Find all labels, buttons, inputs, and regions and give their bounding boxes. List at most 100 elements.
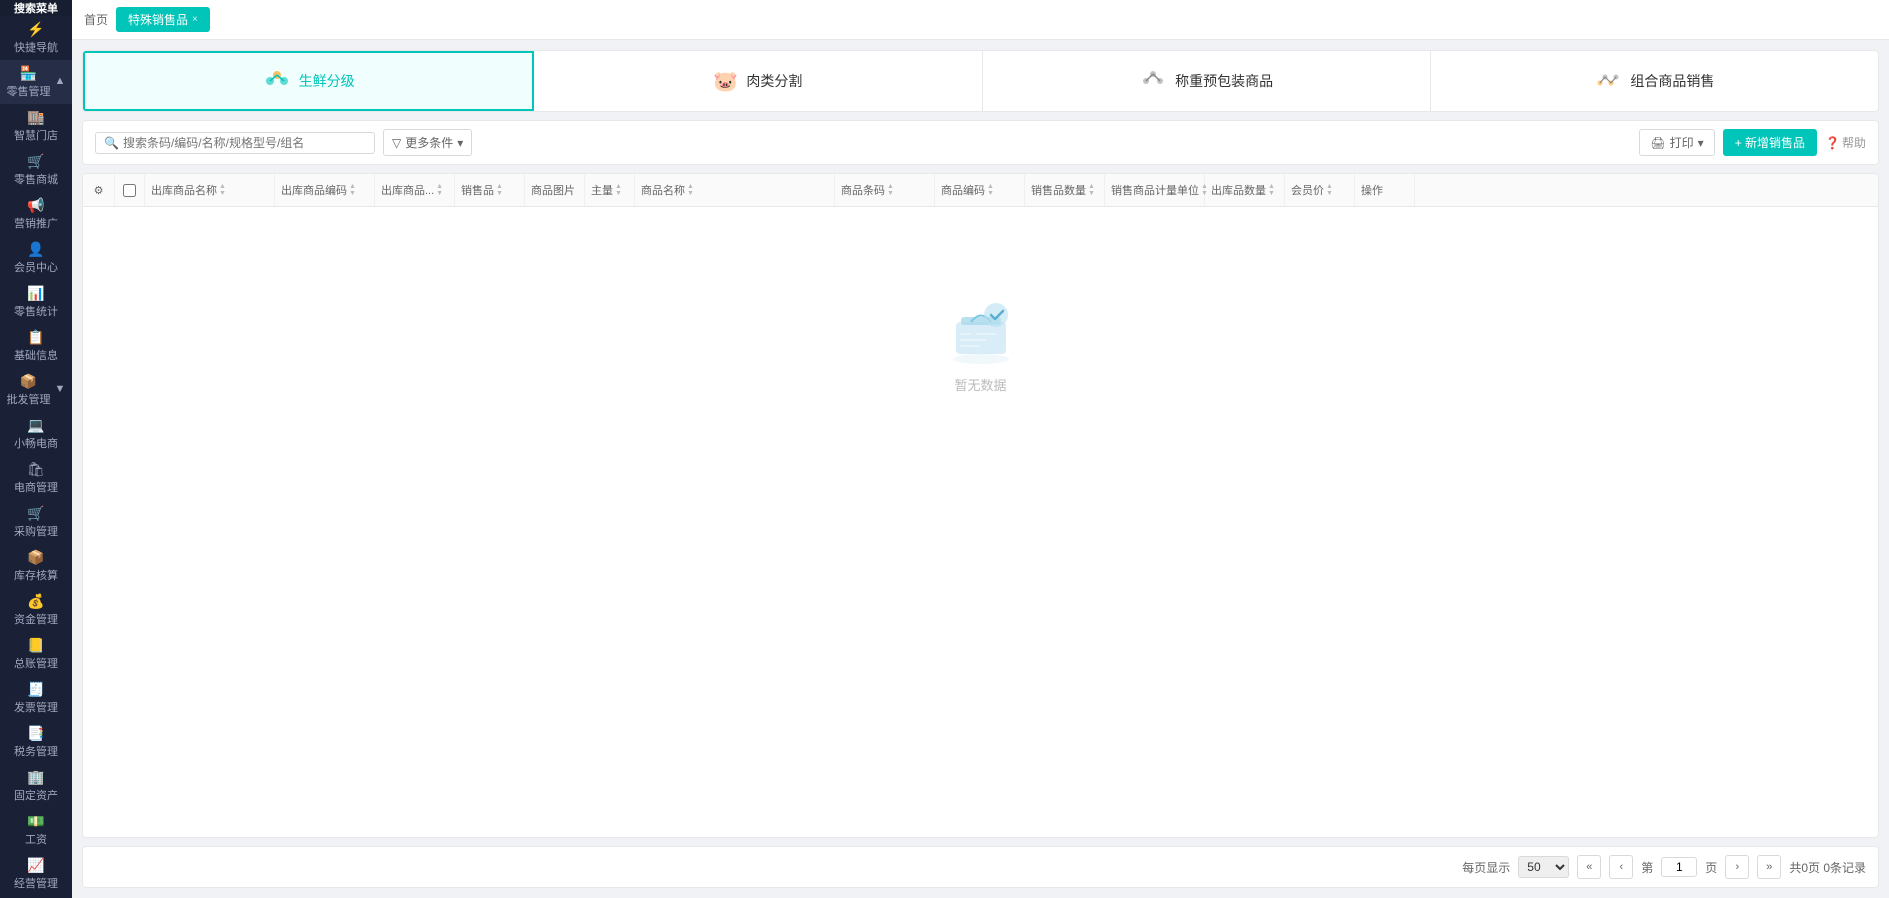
search-box[interactable]: 🔍 bbox=[95, 132, 375, 154]
retail-mall-icon: 🛒 bbox=[27, 152, 44, 172]
sort-arrows-member-price[interactable]: ▲▼ bbox=[1326, 183, 1333, 197]
weigh-pack-icon bbox=[1139, 67, 1167, 95]
th-sale-item: 销售品 ▲▼ bbox=[455, 174, 525, 206]
finance-icon: 💰 bbox=[27, 592, 44, 612]
sidebar-item-retail-mgmt[interactable]: 🏪 零售管理 ▲ bbox=[0, 60, 72, 104]
fresh-grade-label: 生鲜分级 bbox=[299, 71, 355, 91]
th-barcode: 商品条码 ▲▼ bbox=[835, 174, 935, 206]
cat-tab-meat-cut[interactable]: 🐷 肉类分割 bbox=[534, 51, 982, 111]
sidebar-item-basic-info[interactable]: 📋 基础信息 bbox=[0, 324, 72, 368]
smart-store-icon: 🏬 bbox=[27, 108, 44, 128]
print-button[interactable]: 🖨 打印 ▾ bbox=[1639, 129, 1714, 156]
filter-button[interactable]: ▽ 更多条件 ▾ bbox=[383, 129, 472, 156]
sidebar-item-tax-mgmt[interactable]: 📑 税务管理 bbox=[0, 720, 72, 764]
th-name2: 商品名称 ▲▼ bbox=[635, 174, 835, 206]
sort-arrows-out-name[interactable]: ▲▼ bbox=[219, 183, 226, 197]
sidebar-item-small-store[interactable]: 💻 小畅电商 bbox=[0, 412, 72, 456]
sort-arrows-out-qty[interactable]: ▲▼ bbox=[1268, 183, 1275, 197]
sidebar-item-quick-nav[interactable]: ⚡ 快捷导航 bbox=[0, 16, 72, 60]
table-container: ⚙ 出库商品名称 ▲▼ 出库商品编码 ▲▼ 出库商品... ▲▼ bbox=[82, 173, 1879, 838]
th-out-spec: 出库商品... ▲▼ bbox=[375, 174, 455, 206]
basic-info-icon: 📋 bbox=[27, 328, 44, 348]
sidebar-item-sales-promo[interactable]: 📢 营销推广 bbox=[0, 192, 72, 236]
meat-cut-label: 肉类分割 bbox=[746, 71, 802, 91]
print-label: 打印 bbox=[1670, 134, 1694, 151]
sidebar-logo-text[interactable]: 搜索菜单 bbox=[14, 0, 58, 16]
sort-arrows-barcode[interactable]: ▲▼ bbox=[887, 183, 894, 197]
th-settings[interactable]: ⚙ bbox=[83, 174, 115, 206]
filter-icon: ▽ bbox=[392, 136, 401, 150]
th-out-code: 出库商品编码 ▲▼ bbox=[275, 174, 375, 206]
sidebar-item-member-center[interactable]: 👤 会员中心 bbox=[0, 236, 72, 280]
filter-arrow: ▾ bbox=[457, 136, 463, 150]
cat-tab-fresh-grade[interactable]: 生鲜分级 bbox=[83, 51, 534, 111]
th-img: 商品图片 bbox=[525, 174, 585, 206]
page-size-select[interactable]: 10 20 50 100 bbox=[1518, 856, 1569, 878]
sidebar-item-retail-stats[interactable]: 📊 零售统计 bbox=[0, 280, 72, 324]
sidebar-item-finance[interactable]: 💰 资金管理 bbox=[0, 588, 72, 632]
payroll-icon: 💵 bbox=[27, 812, 44, 832]
home-tab[interactable]: 首页 bbox=[84, 11, 108, 28]
next-page-button[interactable]: › bbox=[1725, 855, 1749, 879]
category-tabs: 生鲜分级 🐷 肉类分割 称重预包装商品 bbox=[82, 50, 1879, 112]
print-arrow: ▾ bbox=[1698, 136, 1704, 150]
small-store-icon: 💻 bbox=[27, 416, 44, 436]
help-button[interactable]: ❓ 帮助 bbox=[1825, 134, 1866, 151]
purchase-mgmt-icon: 🛒 bbox=[27, 504, 44, 524]
empty-state: 暂无数据 bbox=[83, 207, 1878, 474]
sidebar-logo: 搜索菜单 bbox=[0, 0, 72, 16]
page-input[interactable] bbox=[1661, 857, 1697, 877]
sort-arrows-out-code[interactable]: ▲▼ bbox=[349, 183, 356, 197]
combo-sale-label: 组合商品销售 bbox=[1630, 71, 1714, 91]
page-unit-label: 页 bbox=[1705, 859, 1717, 876]
wholesale-mgmt-arrow: ▼ bbox=[55, 382, 66, 397]
general-ledger-icon: 📒 bbox=[27, 636, 44, 656]
search-input[interactable] bbox=[123, 136, 366, 150]
th-checkbox[interactable] bbox=[115, 174, 145, 206]
sidebar-item-fixed-assets[interactable]: 🏢 固定资产 bbox=[0, 764, 72, 808]
sidebar-item-ecom-mgmt[interactable]: 🛍 电商管理 bbox=[0, 456, 72, 500]
sidebar-item-ops-mgmt[interactable]: 📈 经营管理 bbox=[0, 852, 72, 896]
first-page-button[interactable]: « bbox=[1577, 855, 1601, 879]
sort-arrows-name2[interactable]: ▲▼ bbox=[687, 183, 694, 197]
sidebar-item-payroll[interactable]: 💵 工资 bbox=[0, 808, 72, 852]
weigh-pack-label: 称重预包装商品 bbox=[1175, 71, 1273, 91]
sidebar-item-purchase-mgmt[interactable]: 🛒 采购管理 bbox=[0, 500, 72, 544]
cat-tab-weigh-pack[interactable]: 称重预包装商品 bbox=[983, 51, 1431, 111]
add-button[interactable]: + 新增销售品 bbox=[1723, 129, 1817, 156]
sidebar: 搜索菜单 ⚡ 快捷导航 🏪 零售管理 ▲ 🏬 智慧门店 🛒 零售商城 📢 营销推… bbox=[0, 0, 72, 898]
sort-arrows-scode[interactable]: ▲▼ bbox=[987, 183, 994, 197]
th-unit: 销售商品计量单位 ▲▼ bbox=[1105, 174, 1205, 206]
sidebar-item-smart-store[interactable]: 🏬 智慧门店 bbox=[0, 104, 72, 148]
active-tab[interactable]: 特殊销售品 × bbox=[116, 7, 210, 32]
sidebar-item-general-ledger[interactable]: 📒 总账管理 bbox=[0, 632, 72, 676]
sidebar-item-invoice-mgmt[interactable]: 🧾 发票管理 bbox=[0, 676, 72, 720]
cat-tab-combo-sale[interactable]: 组合商品销售 bbox=[1431, 51, 1878, 111]
sort-arrows-out-spec[interactable]: ▲▼ bbox=[436, 183, 443, 197]
help-label: 帮助 bbox=[1842, 134, 1866, 151]
sidebar-item-label: 批发管理 bbox=[7, 393, 51, 408]
close-tab-icon[interactable]: × bbox=[192, 14, 198, 25]
retail-stats-icon: 📊 bbox=[27, 284, 44, 304]
filter-label: 更多条件 bbox=[405, 134, 453, 151]
sidebar-item-retail-mall[interactable]: 🛒 零售商城 bbox=[0, 148, 72, 192]
sidebar-item-label: 采购管理 bbox=[14, 525, 58, 540]
last-page-button[interactable]: » bbox=[1757, 855, 1781, 879]
sort-arrows-sale-item[interactable]: ▲▼ bbox=[496, 183, 503, 197]
invoice-mgmt-icon: 🧾 bbox=[27, 680, 44, 700]
total-label: 共0页 0条记录 bbox=[1789, 859, 1866, 876]
active-tab-label: 特殊销售品 bbox=[128, 11, 188, 28]
sidebar-item-label: 工资 bbox=[25, 833, 47, 848]
sidebar-item-inventory[interactable]: 📦 库存核算 bbox=[0, 544, 72, 588]
sort-arrows-sale-qty[interactable]: ▲▼ bbox=[1088, 183, 1095, 197]
prev-page-button[interactable]: ‹ bbox=[1609, 855, 1633, 879]
sidebar-item-label: 总账管理 bbox=[14, 657, 58, 672]
select-all-checkbox[interactable] bbox=[123, 184, 136, 197]
pagination: 每页显示 10 20 50 100 « ‹ 第 页 › » 共0页 0条记录 bbox=[82, 846, 1879, 888]
sort-arrows-main-qty[interactable]: ▲▼ bbox=[615, 183, 622, 197]
sidebar-item-label: 发票管理 bbox=[14, 701, 58, 716]
sidebar-item-wholesale-mgmt[interactable]: 📦 批发管理 ▼ bbox=[0, 368, 72, 412]
ecom-mgmt-icon: 🛍 bbox=[27, 460, 45, 480]
sidebar-item-label: 营销推广 bbox=[14, 217, 58, 232]
th-member-price: 会员价 ▲▼ bbox=[1285, 174, 1355, 206]
